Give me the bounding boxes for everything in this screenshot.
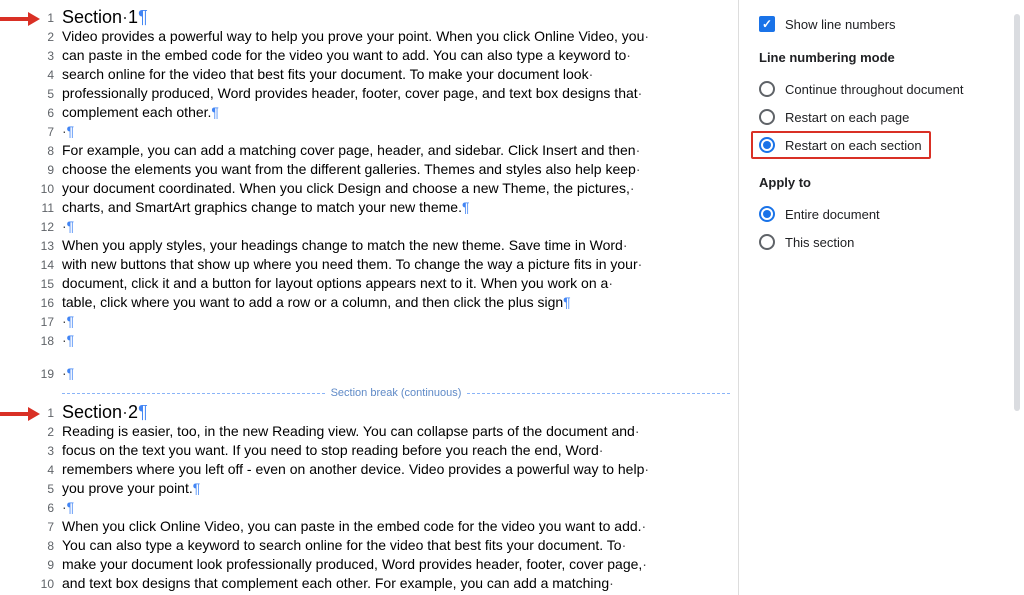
heading-line: 1 Section·1¶ <box>0 8 730 27</box>
mode-heading: Line numbering mode <box>759 50 1008 65</box>
radio-icon <box>759 109 775 125</box>
show-line-numbers-checkbox[interactable]: ✓ Show line numbers <box>759 16 1008 32</box>
line-number: 9 <box>0 160 62 179</box>
line-number: 8 <box>0 536 62 555</box>
section-break-label: Section break (continuous) <box>325 387 468 399</box>
line-number: 11 <box>0 198 62 217</box>
radio-label: Entire document <box>785 207 880 222</box>
text-line: 9choose the elements you want from the d… <box>0 160 730 179</box>
line-number: 6 <box>0 498 62 517</box>
section-heading: Section·1¶ <box>62 8 730 26</box>
text-line: 4search online for the video that best f… <box>0 65 730 84</box>
text-line: 7·¶ <box>0 122 730 141</box>
text-line: 14with new buttons that show up where yo… <box>0 255 730 274</box>
line-number: 16 <box>0 293 62 312</box>
section-heading: Section·2¶ <box>62 403 730 421</box>
line-number: 4 <box>0 65 62 84</box>
text-line: 8For example, you can add a matching cov… <box>0 141 730 160</box>
line-number: 6 <box>0 103 62 122</box>
text-line: 13When you apply styles, your headings c… <box>0 236 730 255</box>
scrollbar-thumb[interactable] <box>1014 14 1020 411</box>
text-line: 16table, click where you want to add a r… <box>0 293 730 312</box>
line-number: 15 <box>0 274 62 293</box>
text-line: 2Reading is easier, too, in the new Read… <box>0 422 730 441</box>
line-number: 18 <box>0 331 62 350</box>
radio-icon <box>759 81 775 97</box>
line-number: 8 <box>0 141 62 160</box>
text-line: 7When you click Online Video, you can pa… <box>0 517 730 536</box>
text-line: 6·¶ <box>0 498 730 517</box>
text-line: 18·¶ <box>0 331 730 350</box>
line-number: 3 <box>0 46 62 65</box>
radio-this-section[interactable]: This section <box>759 228 1008 256</box>
document-area[interactable]: 1 Section·1¶ 2Video provides a powerful … <box>0 0 738 595</box>
line-number: 19 <box>0 364 62 383</box>
line-numbers-sidebar: ✓ Show line numbers Line numbering mode … <box>738 0 1024 595</box>
apply-to-heading: Apply to <box>759 175 1008 190</box>
text-line: 12·¶ <box>0 217 730 236</box>
line-number: 10 <box>0 574 62 593</box>
radio-icon <box>759 234 775 250</box>
line-number: 7 <box>0 517 62 536</box>
line-number: 2 <box>0 27 62 46</box>
annotation-highlight: Restart on each section <box>751 131 931 159</box>
radio-label: Restart on each page <box>785 110 909 125</box>
line-number: 9 <box>0 555 62 574</box>
line-number: 17 <box>0 312 62 331</box>
line-number: 1 <box>0 8 62 27</box>
radio-restart-section[interactable]: Restart on each section <box>759 135 922 155</box>
line-number: 14 <box>0 255 62 274</box>
text-line: 3focus on the text you want. If you need… <box>0 441 730 460</box>
text-line: 5you prove your point.¶ <box>0 479 730 498</box>
scrollbar[interactable] <box>1014 14 1020 581</box>
radio-icon <box>759 206 775 222</box>
line-number: 10 <box>0 179 62 198</box>
text-line: 15document, click it and a button for la… <box>0 274 730 293</box>
radio-icon <box>759 137 775 153</box>
text-line: 17·¶ <box>0 312 730 331</box>
text-line: 10and text box designs that complement e… <box>0 574 730 593</box>
line-number: 5 <box>0 479 62 498</box>
radio-label: Continue throughout document <box>785 82 964 97</box>
radio-continue-document[interactable]: Continue throughout document <box>759 75 1008 103</box>
section-break: Section break (continuous) <box>62 387 730 399</box>
line-number: 12 <box>0 217 62 236</box>
checkbox-icon: ✓ <box>759 16 775 32</box>
text-line: 2Video provides a powerful way to help y… <box>0 27 730 46</box>
text-line: 3can paste in the embed code for the vid… <box>0 46 730 65</box>
text-line: 19·¶ <box>0 364 730 383</box>
text-line: 10your document coordinated. When you cl… <box>0 179 730 198</box>
line-number: 1 <box>0 403 62 422</box>
line-number: 2 <box>0 422 62 441</box>
text-line: 8You can also type a keyword to search o… <box>0 536 730 555</box>
text-line: 11charts, and SmartArt graphics change t… <box>0 198 730 217</box>
line-number: 3 <box>0 441 62 460</box>
heading-line: 1 Section·2¶ <box>0 403 730 422</box>
line-number: 4 <box>0 460 62 479</box>
text-line: 6complement each other.¶ <box>0 103 730 122</box>
radio-label: Restart on each section <box>785 138 922 153</box>
checkbox-label: Show line numbers <box>785 17 896 32</box>
radio-entire-document[interactable]: Entire document <box>759 200 1008 228</box>
radio-restart-page[interactable]: Restart on each page <box>759 103 1008 131</box>
text-line: 9make your document look professionally … <box>0 555 730 574</box>
line-number: 5 <box>0 84 62 103</box>
line-number: 13 <box>0 236 62 255</box>
text-line: 4remembers where you left off - even on … <box>0 460 730 479</box>
text-line: 5professionally produced, Word provides … <box>0 84 730 103</box>
line-number: 7 <box>0 122 62 141</box>
radio-label: This section <box>785 235 854 250</box>
